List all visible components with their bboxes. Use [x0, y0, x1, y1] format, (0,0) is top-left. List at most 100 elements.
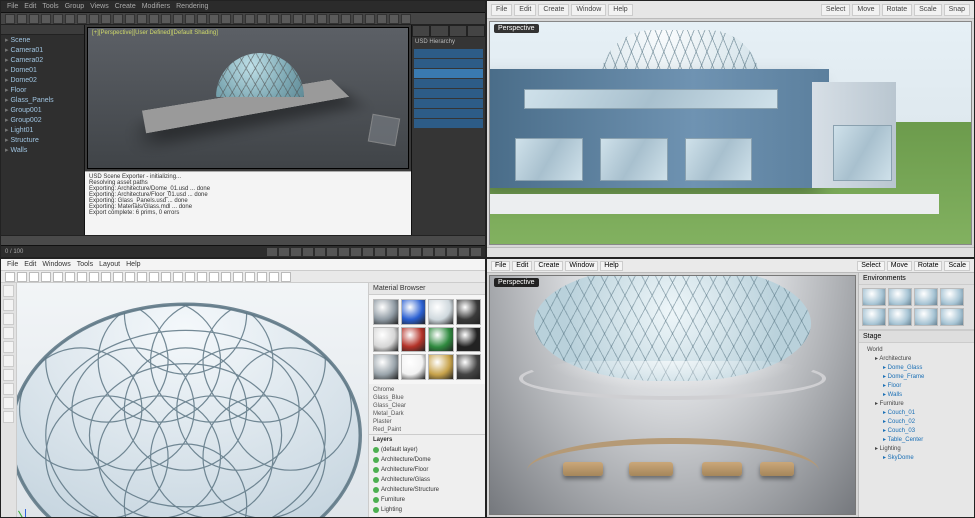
asset-thumbnail[interactable] — [862, 308, 886, 326]
outliner-node[interactable]: ▸ Couch_03 — [863, 426, 970, 435]
vtoolbar-button[interactable] — [3, 341, 14, 353]
status-button[interactable] — [339, 248, 349, 256]
toolbar-button[interactable] — [209, 14, 219, 24]
asset-thumbnail[interactable] — [914, 308, 938, 326]
tool-select[interactable]: Select — [857, 261, 884, 271]
property-row[interactable] — [414, 49, 483, 58]
status-button[interactable] — [471, 248, 481, 256]
layer-row[interactable]: Architecture/Structure — [373, 485, 481, 495]
property-row[interactable] — [414, 119, 483, 128]
scene-node[interactable]: Glass_Panels — [1, 95, 84, 105]
toolbar-button[interactable] — [101, 272, 111, 282]
toolbar-button[interactable] — [149, 14, 159, 24]
viewport-perspective[interactable]: Perspective — [489, 275, 856, 515]
toolbar-button[interactable] — [149, 272, 159, 282]
material-swatch[interactable] — [456, 327, 482, 353]
menu-file[interactable]: File — [7, 261, 18, 268]
stage-outliner[interactable]: World▸ Architecture▸ Dome_Glass▸ Dome_Fr… — [859, 343, 974, 517]
scene-explorer[interactable]: SceneCamera01Camera02Dome01Dome02FloorGl… — [1, 25, 85, 235]
status-button[interactable] — [411, 248, 421, 256]
toolbar-button[interactable] — [5, 272, 15, 282]
outliner-node[interactable]: ▸ Architecture — [863, 354, 970, 363]
toolbar-button[interactable] — [185, 272, 195, 282]
asset-thumbnail[interactable] — [914, 288, 938, 306]
visibility-toggle-icon[interactable] — [373, 457, 379, 463]
outliner-node[interactable]: ▸ Couch_01 — [863, 408, 970, 417]
toolbar-button[interactable] — [173, 272, 183, 282]
toolbar-button[interactable] — [113, 14, 123, 24]
tool-select[interactable]: Select — [821, 4, 850, 16]
menu-tools[interactable]: Tools — [42, 3, 58, 10]
material-label[interactable]: Glass_Blue — [373, 394, 481, 402]
asset-thumbnail[interactable] — [888, 308, 912, 326]
toolbar-button[interactable] — [269, 14, 279, 24]
material-swatch[interactable] — [401, 354, 427, 380]
status-button[interactable] — [423, 248, 433, 256]
toolbar-button[interactable] — [257, 14, 267, 24]
scene-node[interactable]: Dome01 — [1, 65, 84, 75]
outliner-node[interactable]: ▸ SkyDome — [863, 453, 970, 462]
layer-row[interactable]: Architecture/Floor — [373, 465, 481, 475]
scene-node[interactable]: Camera01 — [1, 45, 84, 55]
visibility-toggle-icon[interactable] — [373, 447, 379, 453]
toolbar-button[interactable] — [101, 14, 111, 24]
visibility-toggle-icon[interactable] — [373, 507, 379, 513]
property-row[interactable] — [414, 89, 483, 98]
toolbar-button[interactable] — [89, 272, 99, 282]
menu-views[interactable]: Views — [90, 3, 109, 10]
scene-node[interactable]: Walls — [1, 145, 84, 155]
toolbar-button[interactable] — [377, 14, 387, 24]
status-button[interactable] — [375, 248, 385, 256]
status-button[interactable] — [435, 248, 445, 256]
material-label[interactable]: Metal_Dark — [373, 410, 481, 418]
toolbar-button[interactable] — [125, 14, 135, 24]
menu-group[interactable]: Group — [65, 3, 84, 10]
vtoolbar-button[interactable] — [3, 313, 14, 325]
asset-thumbnail[interactable] — [888, 288, 912, 306]
toolbar-button[interactable] — [53, 272, 63, 282]
outliner-node[interactable]: ▸ Furniture — [863, 399, 970, 408]
material-swatch[interactable] — [401, 327, 427, 353]
menu-create[interactable]: Create — [534, 261, 563, 271]
menu-edit[interactable]: Edit — [24, 261, 36, 268]
property-row[interactable] — [414, 79, 483, 88]
menu-create[interactable]: Create — [538, 4, 569, 16]
toolbar-button[interactable] — [125, 272, 135, 282]
menu-edit[interactable]: Edit — [24, 3, 36, 10]
vtoolbar-button[interactable] — [3, 355, 14, 367]
vtoolbar-button[interactable] — [3, 299, 14, 311]
material-label[interactable]: Chrome — [373, 386, 481, 394]
toolbar-button[interactable] — [53, 14, 63, 24]
outliner-node[interactable]: World — [863, 346, 970, 354]
menu-layout[interactable]: Layout — [99, 261, 120, 268]
scene-node[interactable]: Dome02 — [1, 75, 84, 85]
tool-rotate[interactable]: Rotate — [882, 4, 913, 16]
tab-display[interactable] — [467, 25, 485, 37]
toolbar-button[interactable] — [233, 272, 243, 282]
toolbar-button[interactable] — [197, 14, 207, 24]
outliner-node[interactable]: ▸ Walls — [863, 390, 970, 399]
tool-move[interactable]: Move — [852, 4, 879, 16]
menu-edit[interactable]: Edit — [512, 261, 532, 271]
view-cube[interactable] — [368, 114, 400, 146]
toolbar-button[interactable] — [17, 14, 27, 24]
toolbar-button[interactable] — [233, 14, 243, 24]
toolbar-button[interactable] — [365, 14, 375, 24]
tool-scale[interactable]: Scale — [944, 261, 970, 271]
visibility-toggle-icon[interactable] — [373, 487, 379, 493]
toolbar-button[interactable] — [221, 14, 231, 24]
menu-rendering[interactable]: Rendering — [176, 3, 208, 10]
toolbar-button[interactable] — [209, 272, 219, 282]
status-button[interactable] — [291, 248, 301, 256]
vtoolbar-button[interactable] — [3, 327, 14, 339]
material-swatch[interactable] — [428, 354, 454, 380]
menu-help[interactable]: Help — [608, 4, 632, 16]
command-panel-tabs[interactable] — [412, 25, 485, 37]
menu-help[interactable]: Help — [600, 261, 622, 271]
menu-file[interactable]: File — [491, 4, 512, 16]
toolbar-button[interactable] — [161, 272, 171, 282]
menu-tools[interactable]: Tools — [77, 261, 93, 268]
script-listener[interactable]: USD Scene Exporter - initializing...Reso… — [85, 171, 411, 235]
status-button[interactable] — [387, 248, 397, 256]
toolbar-button[interactable] — [41, 14, 51, 24]
